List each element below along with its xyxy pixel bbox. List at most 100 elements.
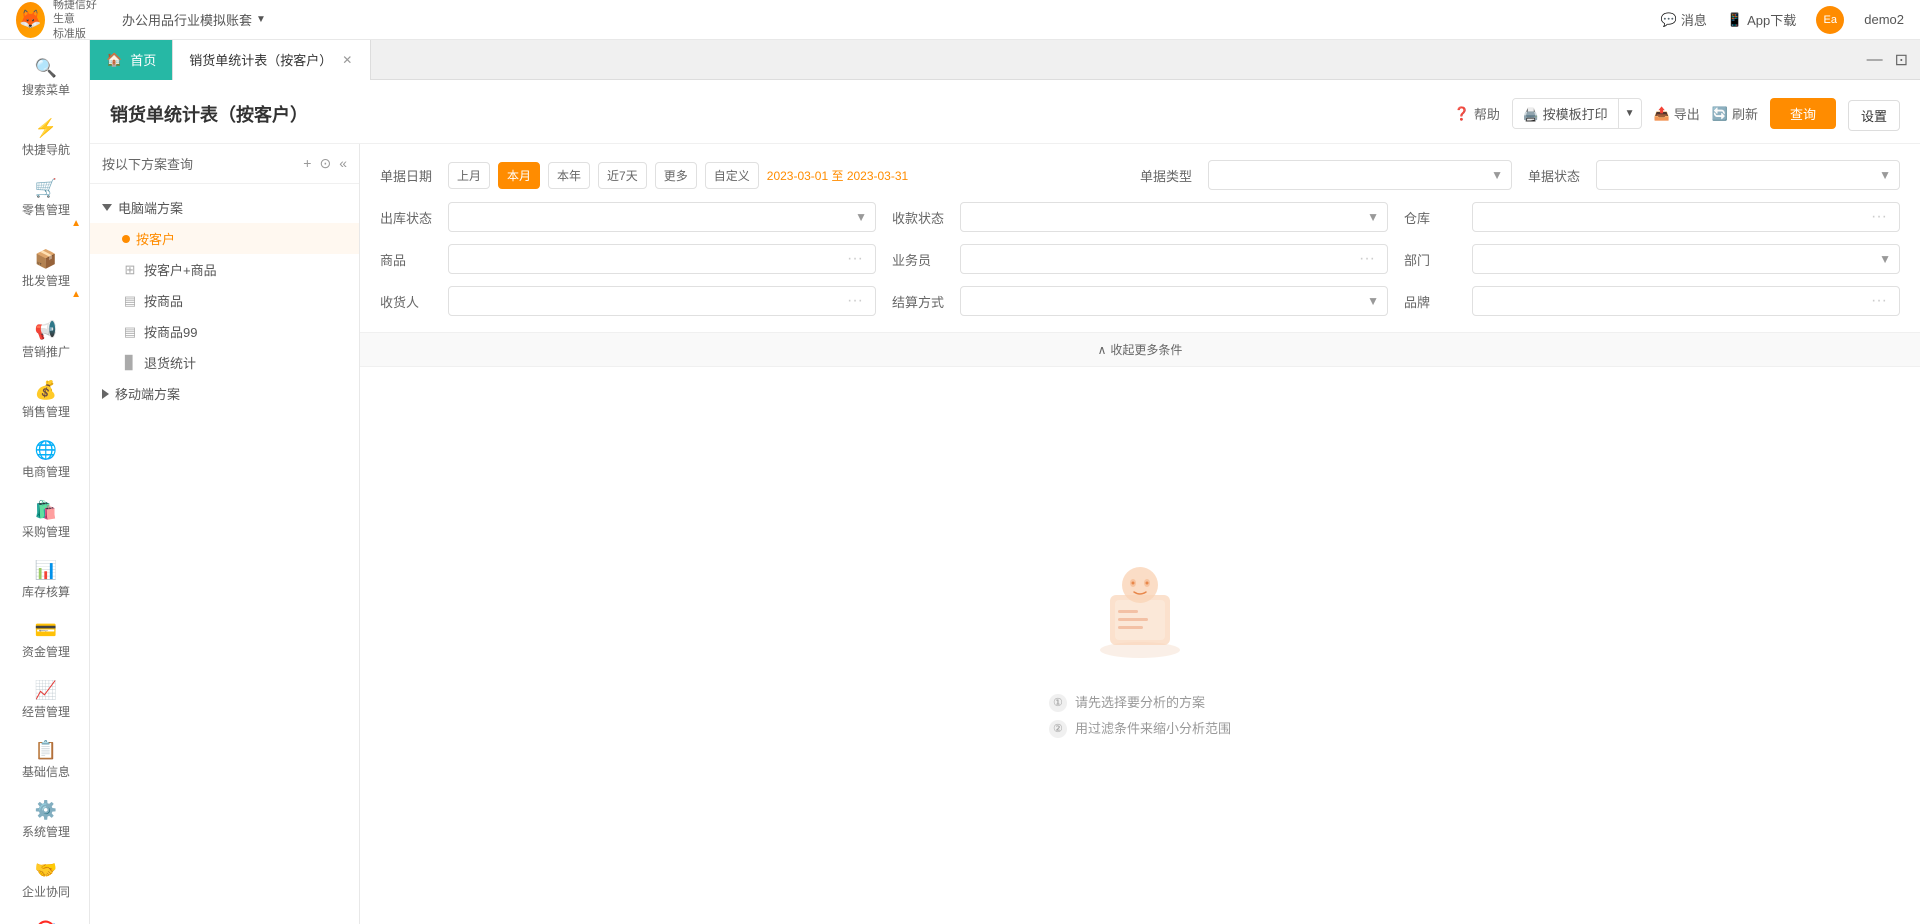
export-button[interactable]: 📤 导出 [1654,104,1700,123]
receiver-ellipsis-icon[interactable]: ··· [843,292,867,310]
retail-icon: 🛒 [35,178,57,199]
sidebar-item-finance[interactable]: 💳 资金管理 [0,610,89,670]
maximize-icon[interactable]: ⊡ [1895,50,1908,70]
wholesale-sub-indicator: ▲ [71,289,81,300]
sidebar-item-sales[interactable]: 💰 销售管理 [0,370,89,430]
operation-icon: 📈 [35,680,57,701]
sidebar-item-quick-nav[interactable]: ⚡ 快捷导航 [0,108,89,168]
salesperson-select[interactable]: ··· [960,244,1388,274]
sidebar-item-purchase[interactable]: 🛍️ 采购管理 [0,490,89,550]
settings-button[interactable]: 设置 [1848,100,1900,131]
app-download-button[interactable]: 📱 App下载 [1727,10,1796,29]
receiver-select[interactable]: ··· [448,286,876,316]
message-icon: 💬 [1661,12,1677,28]
marketing-icon: 📢 [35,320,57,341]
filter-row-2: 出库状态 ▼ 收款状态 [380,202,1900,232]
warehouse-label: 仓库 [1404,208,1464,227]
bill-status-select[interactable]: ▼ [1596,160,1900,190]
top-bar: 🦊 畅捷信好生意 标准版 办公用品行业模拟账套 ▼ 💬 消息 📱 App下载 E… [0,0,1920,40]
refresh-icon: 🔄 [1712,106,1728,122]
minimize-icon[interactable]: — [1867,51,1883,69]
app-selector[interactable]: 办公用品行业模拟账套 ▼ [122,10,266,29]
sidebar-item-ecommerce[interactable]: 🌐 电商管理 [0,430,89,490]
print-button-group[interactable]: 🖨️ 按模板打印 ▼ [1512,98,1642,129]
tab-home[interactable]: 🏠 首页 [90,40,173,80]
out-status-select[interactable]: ▼ [448,202,876,232]
system-icon: ⚙️ [35,800,57,821]
scheme-tree: 电脑端方案 按客户 ⊞ 按客户+商品 [90,184,359,417]
date-group: 上月 本月 本年 近7天 更多 自定义 2023-03-01 至 2023-03… [448,162,1124,189]
avatar: Ea [1816,6,1844,34]
department-dropdown-icon: ▼ [1879,252,1891,266]
tree-group-desktop-header[interactable]: 电脑端方案 [90,192,359,223]
tree-group-mobile-header[interactable]: 移动端方案 [90,378,359,409]
sidebar-item-basic[interactable]: 📋 基础信息 [0,730,89,790]
download-icon: 📱 [1727,12,1743,28]
sidebar-item-newbie[interactable]: 🎯 新手引导 [0,910,89,924]
goods-ellipsis-icon[interactable]: ··· [843,250,867,268]
date-btn-more[interactable]: 更多 [655,162,697,189]
date-range-text: 2023-03-01 至 2023-03-31 [767,167,908,184]
date-btn-this-month[interactable]: 本月 [498,162,540,189]
sidebar-item-retail[interactable]: 🛒 零售管理 ▲ [0,168,89,239]
expand-mobile-icon [102,389,109,399]
filter-bill-status: 单据状态 ▼ [1528,160,1900,190]
salesperson-ellipsis-icon[interactable]: ··· [1355,250,1379,268]
date-btn-this-year[interactable]: 本年 [548,162,590,189]
sidebar-item-system[interactable]: ⚙️ 系统管理 [0,790,89,850]
scheme-by-customer-goods[interactable]: ⊞ 按客户+商品 [90,254,359,285]
filter-receipt-status: 收款状态 ▼ [892,202,1388,232]
sidebar-item-search[interactable]: 🔍 搜索菜单 [0,48,89,108]
add-scheme-button[interactable]: + [303,155,311,172]
scheme-by-customer[interactable]: 按客户 [90,223,359,254]
user-name: demo2 [1864,12,1904,27]
receipt-status-select[interactable]: ▼ [960,202,1388,232]
bill-type-select[interactable]: ▼ [1208,160,1512,190]
scheme-refund-stats[interactable]: ▊ 退货统计 [90,347,359,378]
collapse-bar[interactable]: ∧ 收起更多条件 [360,333,1920,367]
sidebar-item-inventory[interactable]: 📊 库存核算 [0,550,89,610]
message-button[interactable]: 💬 消息 [1661,10,1707,29]
date-btn-custom[interactable]: 自定义 [705,162,759,189]
warehouse-ellipsis-icon[interactable]: ··· [1867,208,1891,226]
date-btn-7days[interactable]: 近7天 [598,162,647,189]
brand-label: 品牌 [1404,292,1464,311]
sidebar-item-operation[interactable]: 📈 经营管理 [0,670,89,730]
warehouse-select[interactable]: ··· [1472,202,1900,232]
sidebar: 🔍 搜索菜单 ⚡ 快捷导航 🛒 零售管理 ▲ 📦 批发管理 ▲ 📢 营销推广 [0,40,90,924]
basic-icon: 📋 [35,740,57,761]
collapse-panel-icon[interactable]: « [339,155,347,172]
receiver-label: 收货人 [380,292,440,311]
empty-tip-1: ① 请先选择要分析的方案 [1049,690,1231,716]
refresh-button[interactable]: 🔄 刷新 [1712,104,1758,123]
query-button[interactable]: 查询 [1770,98,1836,129]
left-panel-header: 按以下方案查询 + ⊙ « [90,144,359,184]
sidebar-item-cooperation[interactable]: 🤝 企业协同 [0,850,89,910]
receipt-status-label: 收款状态 [892,208,952,227]
filter-date: 单据日期 上月 本月 本年 近7天 更多 自定义 2023-03-01 至 20… [380,162,1124,189]
goods-select[interactable]: ··· [448,244,876,274]
brand-ellipsis-icon[interactable]: ··· [1867,292,1891,310]
sidebar-item-marketing[interactable]: 📢 营销推广 [0,310,89,370]
help-button[interactable]: ❓ 帮助 [1454,104,1500,123]
settings-scheme-icon[interactable]: ⊙ [319,155,331,172]
filter-salesperson: 业务员 ··· [892,244,1388,274]
newbie-icon: 🎯 [35,920,57,924]
print-button-main[interactable]: 🖨️ 按模板打印 [1513,99,1619,128]
settlement-dropdown-icon: ▼ [1367,294,1379,308]
sidebar-item-wholesale[interactable]: 📦 批发管理 ▲ [0,239,89,310]
finance-icon: 💳 [35,620,57,641]
brand-select[interactable]: ··· [1472,286,1900,316]
bill-status-label: 单据状态 [1528,166,1588,185]
print-dropdown-arrow[interactable]: ▼ [1619,103,1641,124]
active-scheme-icon [122,235,130,243]
tab-sales-report[interactable]: 销货单统计表（按客户） ✕ [173,40,371,80]
bill-type-label: 单据类型 [1140,166,1200,185]
settlement-select[interactable]: ▼ [960,286,1388,316]
department-select[interactable]: ▼ [1472,244,1900,274]
date-btn-last-month[interactable]: 上月 [448,162,490,189]
close-tab-icon[interactable]: ✕ [340,51,354,69]
scheme-by-goods99[interactable]: ▤ 按商品99 [90,316,359,347]
page-title: 销货单统计表（按客户） [110,101,308,127]
scheme-by-goods[interactable]: ▤ 按商品 [90,285,359,316]
